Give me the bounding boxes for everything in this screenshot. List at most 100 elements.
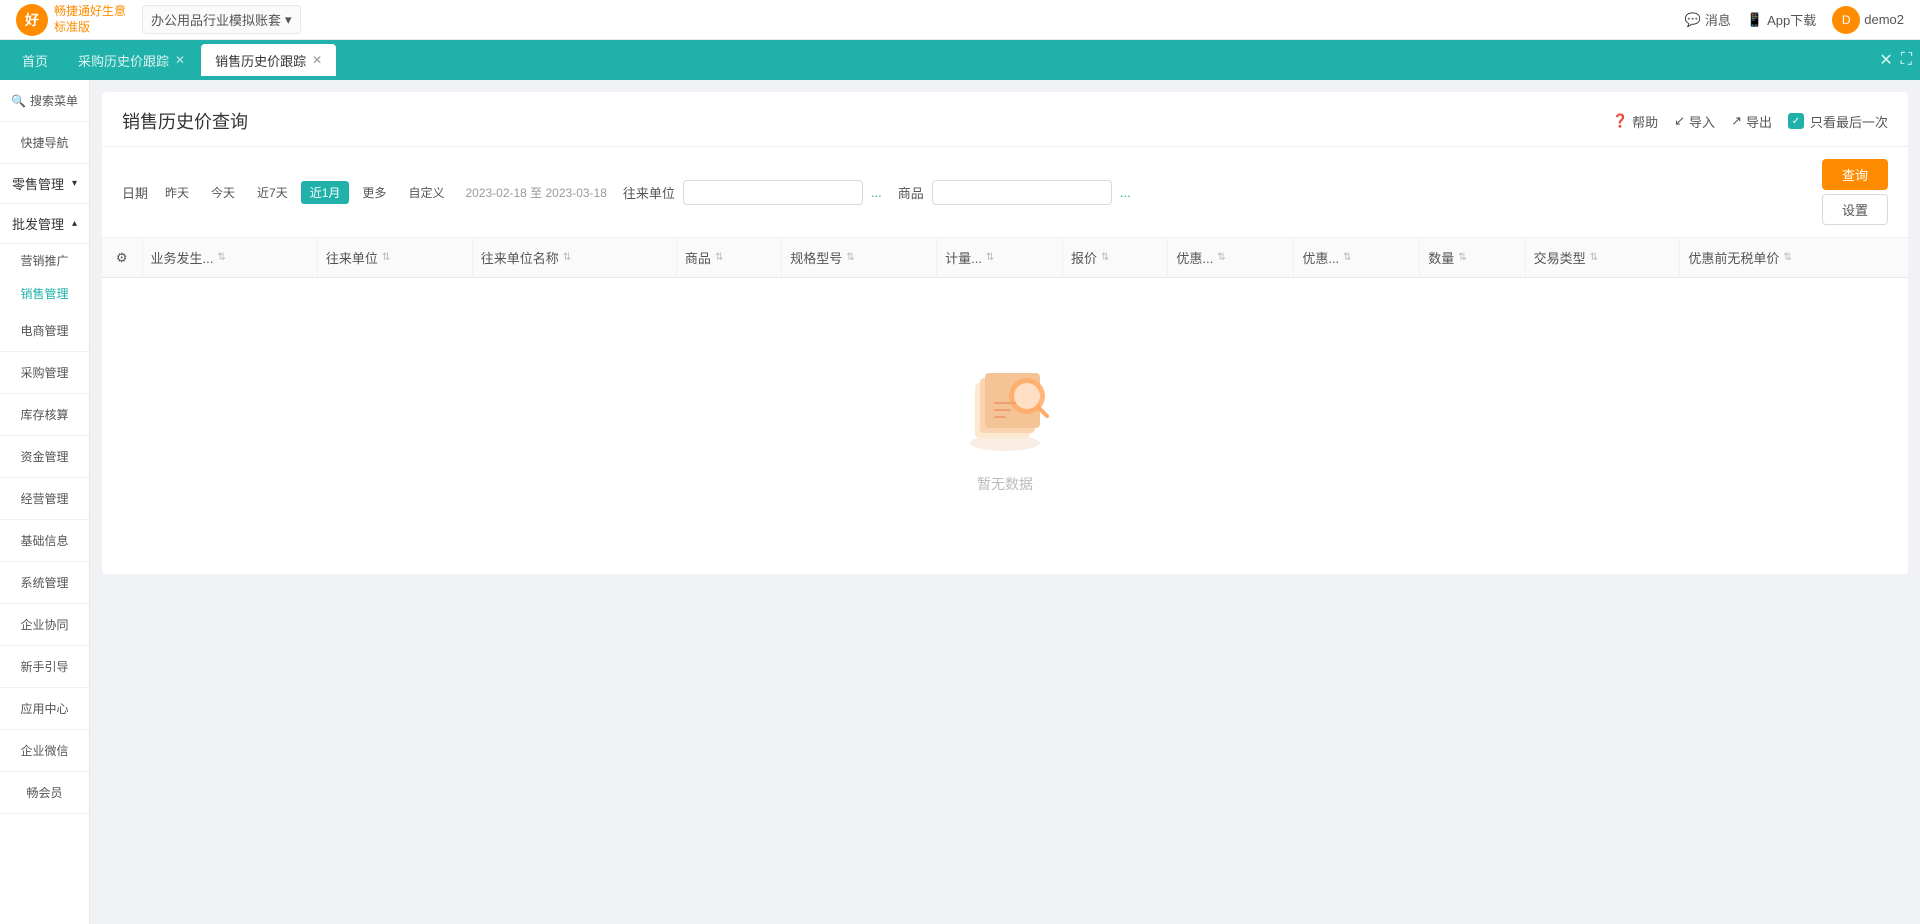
message-action[interactable]: 💬 消息 [1685, 10, 1731, 29]
sort-icon: ⇅ [217, 252, 225, 263]
sidebar-item-enterprise-wechat[interactable]: 企业微信 [0, 730, 89, 772]
data-table: ⚙ 业务发生... ⇅ 往来单 [102, 238, 1908, 278]
logo-icon: 好 [16, 4, 48, 36]
sidebar-item-new-guide[interactable]: 新手引导 [0, 646, 89, 688]
query-button[interactable]: 查询 [1822, 159, 1888, 190]
col-partner-code[interactable]: 往来单位 ⇅ [317, 238, 472, 278]
sidebar-item-inventory[interactable]: 库存核算 [0, 394, 89, 436]
maximize-tab-action[interactable]: ⛶ [1901, 51, 1912, 69]
date-btn-more[interactable]: 更多 [353, 181, 395, 204]
partner-dots-icon[interactable]: ... [871, 185, 882, 200]
date-btn-7days[interactable]: 近7天 [248, 181, 297, 204]
sidebar-item-system[interactable]: 系统管理 [0, 562, 89, 604]
tab-bar-actions: ✕ ⛶ [1879, 50, 1912, 70]
main-layout: 🔍 搜索菜单 快捷导航 零售管理 ▾ 批发管理 ▴ 营销推广 销售管理 电商管理… [0, 80, 1920, 924]
sidebar-item-sales-mgmt[interactable]: 销售管理 [0, 277, 89, 310]
chevron-down-icon: ▾ [72, 178, 77, 189]
sidebar-item-purchase[interactable]: 采购管理 [0, 352, 89, 394]
col-pre-tax-price[interactable]: 优惠前无税单价 ⇅ [1680, 238, 1908, 278]
col-quantity[interactable]: 数量 ⇅ [1420, 238, 1525, 278]
import-icon: ↙ [1674, 113, 1685, 129]
partner-label: 往来单位 [623, 183, 675, 202]
sidebar-item-search-menu[interactable]: 🔍 搜索菜单 [0, 80, 89, 122]
filter-actions: 查询 设置 [1822, 159, 1888, 225]
col-spec[interactable]: 规格型号 ⇅ [782, 238, 937, 278]
col-trade-type[interactable]: 交易类型 ⇅ [1525, 238, 1680, 278]
sidebar-item-wholesale-mgmt[interactable]: 批发管理 ▴ [0, 204, 89, 244]
col-unit[interactable]: 计量... ⇅ [937, 238, 1063, 278]
date-buttons: 昨天 今天 近7天 近1月 更多 自定义 [156, 181, 453, 204]
sort-icon: ⇅ [1217, 252, 1225, 263]
page-content: 销售历史价查询 ❓ 帮助 ↙ 导入 ↗ 导出 [90, 80, 1920, 924]
sidebar-item-basic-info[interactable]: 基础信息 [0, 520, 89, 562]
date-filter-group: 日期 昨天 今天 近7天 近1月 更多 自定义 2023-02-18 至 202… [122, 181, 607, 204]
date-label: 日期 [122, 183, 148, 202]
download-icon: 📱 [1747, 12, 1763, 28]
col-partner-name[interactable]: 往来单位名称 ⇅ [472, 238, 676, 278]
date-btn-today[interactable]: 今天 [202, 181, 244, 204]
empty-text: 暂无数据 [977, 474, 1033, 494]
workspace-label: 办公用品行业模拟账套 [151, 10, 281, 29]
col-discount1[interactable]: 优惠... ⇅ [1168, 238, 1294, 278]
sort-icon: ⇅ [1343, 252, 1351, 263]
sort-icon: ⇅ [986, 252, 994, 263]
chevron-down-icon: ▾ [285, 12, 292, 28]
sidebar-item-retail-mgmt[interactable]: 零售管理 ▾ [0, 164, 89, 204]
sidebar-item-ecommerce[interactable]: 电商管理 [0, 310, 89, 352]
sidebar-item-quick-nav[interactable]: 快捷导航 [0, 122, 89, 164]
only-last-checkbox[interactable]: ✓ 只看最后一次 [1788, 112, 1888, 131]
page-title-bar: 销售历史价查询 ❓ 帮助 ↙ 导入 ↗ 导出 [102, 92, 1908, 147]
sort-icon: ⇅ [1590, 252, 1598, 263]
help-action[interactable]: ❓ 帮助 [1612, 112, 1658, 131]
page-title-actions: ❓ 帮助 ↙ 导入 ↗ 导出 ✓ 只看最后一次 [1612, 112, 1888, 131]
col-discount2[interactable]: 优惠... ⇅ [1294, 238, 1420, 278]
tab-purchase-history[interactable]: 采购历史价跟踪 ✕ [64, 44, 199, 76]
sort-icon: ⇅ [1458, 252, 1466, 263]
close-tab-action[interactable]: ✕ [1879, 50, 1892, 70]
export-icon: ↗ [1731, 113, 1742, 129]
workspace-selector[interactable]: 办公用品行业模拟账套 ▾ [142, 5, 301, 34]
user-action[interactable]: D demo2 [1832, 6, 1904, 34]
sidebar: 🔍 搜索菜单 快捷导航 零售管理 ▾ 批发管理 ▴ 营销推广 销售管理 电商管理… [0, 80, 90, 924]
app-download-action[interactable]: 📱 App下载 [1747, 10, 1816, 29]
col-price[interactable]: 报价 ⇅ [1063, 238, 1168, 278]
sidebar-item-marketing[interactable]: 营销推广 [0, 244, 89, 277]
sort-icon: ⇅ [382, 252, 390, 263]
checkbox-icon: ✓ [1788, 113, 1804, 129]
col-biz-date[interactable]: 业务发生... ⇅ [142, 238, 317, 278]
tab-sales-close-icon[interactable]: ✕ [312, 54, 322, 66]
avatar: D [1832, 6, 1860, 34]
goods-input[interactable] [932, 180, 1112, 205]
help-icon: ❓ [1612, 113, 1628, 129]
date-btn-1month[interactable]: 近1月 [301, 181, 350, 204]
table-header-row: ⚙ 业务发生... ⇅ 往来单 [102, 238, 1908, 278]
sort-icon: ⇅ [563, 252, 571, 263]
date-range-text: 2023-02-18 至 2023-03-18 [465, 184, 606, 201]
tab-sales-history[interactable]: 销售历史价跟踪 ✕ [201, 44, 336, 76]
empty-icon [955, 358, 1055, 458]
search-icon: 🔍 [11, 94, 26, 108]
partner-filter-group: 往来单位 ... [623, 180, 882, 205]
sidebar-item-finance[interactable]: 资金管理 [0, 436, 89, 478]
sort-icon: ⇅ [1783, 252, 1791, 263]
sidebar-item-enterprise-collab[interactable]: 企业协同 [0, 604, 89, 646]
tab-purchase-close-icon[interactable]: ✕ [175, 54, 185, 66]
tab-home[interactable]: 首页 [8, 44, 62, 76]
partner-input[interactable] [683, 180, 863, 205]
page-card: 销售历史价查询 ❓ 帮助 ↙ 导入 ↗ 导出 [102, 92, 1908, 574]
chevron-up-icon: ▴ [72, 218, 77, 229]
import-action[interactable]: ↙ 导入 [1674, 112, 1715, 131]
filter-bar: 日期 昨天 今天 近7天 近1月 更多 自定义 2023-02-18 至 202… [102, 147, 1908, 238]
settings-button[interactable]: 设置 [1822, 194, 1888, 225]
col-goods[interactable]: 商品 ⇅ [676, 238, 781, 278]
sidebar-item-operations[interactable]: 经营管理 [0, 478, 89, 520]
goods-dots-icon[interactable]: ... [1120, 185, 1131, 200]
goods-filter-group: 商品 ... [898, 180, 1131, 205]
sidebar-item-app-center[interactable]: 应用中心 [0, 688, 89, 730]
col-settings[interactable]: ⚙ [102, 238, 142, 278]
export-action[interactable]: ↗ 导出 [1731, 112, 1772, 131]
date-btn-custom[interactable]: 自定义 [399, 181, 453, 204]
sidebar-item-member[interactable]: 畅会员 [0, 772, 89, 814]
logo-area: 好 畅捷通好生意 标准版 [16, 4, 126, 36]
date-btn-yesterday[interactable]: 昨天 [156, 181, 198, 204]
